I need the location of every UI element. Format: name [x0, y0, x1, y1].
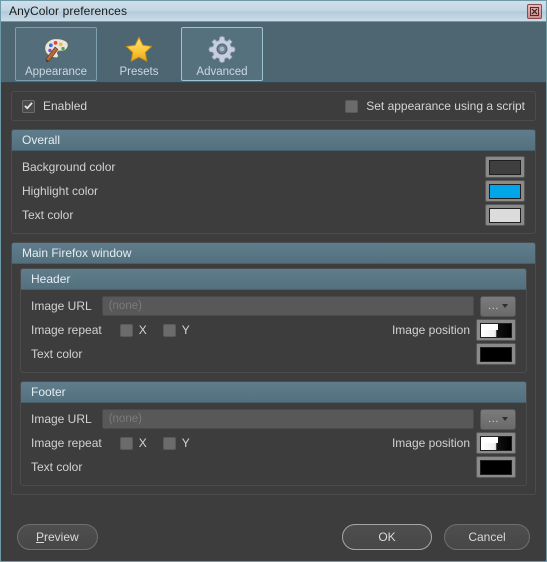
highlight-color-fill: [489, 183, 521, 199]
tab-advanced-label: Advanced: [196, 66, 248, 78]
header-repeat-y-checkbox[interactable]: [162, 323, 176, 337]
header-image-repeat-row: Image repeat X Y Image position: [29, 318, 518, 342]
header-text-color-swatch[interactable]: [476, 343, 516, 365]
chevron-down-icon: [501, 417, 508, 421]
close-icon[interactable]: [527, 3, 542, 19]
footer-image-url-row: Image URL (none) ...: [29, 407, 518, 431]
preview-rest: review: [44, 529, 79, 544]
row-text-color: Text color: [20, 203, 527, 227]
footer-text-color-fill: [480, 459, 512, 475]
header-text-color-row: Text color: [29, 342, 518, 366]
row-highlight-color: Highlight color: [20, 179, 527, 203]
overall-group-title: Overall: [12, 130, 535, 151]
footer-repeat-y-checkbox[interactable]: [162, 436, 176, 450]
footer-subgroup: Footer Image URL (none) ... Image repeat: [20, 381, 527, 486]
script-checkbox[interactable]: [345, 99, 359, 113]
header-image-url-row: Image URL (none) ...: [29, 294, 518, 318]
dialog-button-bar: Preview OK Cancel: [1, 511, 546, 561]
highlight-color-label: Highlight color: [22, 184, 99, 198]
header-text-color-label: Text color: [31, 347, 83, 361]
gear-icon: [206, 33, 238, 65]
footer-image-position-label: Image position: [391, 436, 470, 450]
header-text-color-fill: [480, 346, 512, 362]
footer-text-color-swatch[interactable]: [476, 456, 516, 478]
footer-image-repeat-label: Image repeat: [31, 436, 102, 450]
enabled-checkbox[interactable]: [22, 99, 35, 113]
overall-group-body: Background color Highlight color Text co…: [12, 151, 535, 233]
header-image-url-label: Image URL: [31, 299, 92, 313]
content-area: Enabled Set appearance using a script Ov…: [1, 83, 546, 511]
preferences-window: AnyColor preferences Appearance Presets …: [0, 0, 547, 562]
preview-accel: P: [36, 529, 45, 544]
palette-icon: [40, 33, 72, 65]
header-image-url-input[interactable]: (none): [101, 296, 474, 316]
text-color-swatch[interactable]: [485, 204, 525, 226]
main-firefox-window-group: Main Firefox window Header Image URL (no…: [11, 242, 536, 495]
tab-presets[interactable]: Presets: [98, 27, 180, 81]
enabled-panel: Enabled Set appearance using a script: [11, 91, 536, 121]
overall-group: Overall Background color Highlight color: [11, 129, 536, 234]
header-browse-label: ...: [488, 300, 499, 312]
footer-image-position-preview: [480, 435, 512, 451]
header-repeat-x-label: X: [138, 323, 147, 337]
footer-repeat-x-label: X: [138, 436, 147, 450]
row-background-color: Background color: [20, 155, 527, 179]
background-color-label: Background color: [22, 160, 116, 174]
footer-repeat-y-label: Y: [181, 436, 190, 450]
footer-text-color-row: Text color: [29, 455, 518, 479]
script-label: Set appearance using a script: [366, 99, 525, 113]
header-image-repeat-label: Image repeat: [31, 323, 102, 337]
footer-subgroup-body: Image URL (none) ... Image repeat X Y Im…: [21, 403, 526, 485]
header-subgroup: Header Image URL (none) ... Image repeat: [20, 268, 527, 373]
window-title: AnyColor preferences: [9, 4, 128, 18]
footer-browse-label: ...: [488, 413, 499, 425]
window-titlebar: AnyColor preferences: [1, 1, 546, 22]
star-icon: [123, 33, 155, 65]
footer-image-url-input[interactable]: (none): [101, 409, 474, 429]
footer-repeat-x-checkbox[interactable]: [119, 436, 133, 450]
text-color-fill: [489, 207, 521, 223]
preview-button[interactable]: Preview: [17, 523, 98, 550]
header-repeat-y-label: Y: [181, 323, 190, 337]
tab-strip: Appearance Presets Advanced: [1, 22, 546, 83]
header-image-position-widget[interactable]: [476, 319, 516, 341]
footer-text-color-label: Text color: [31, 460, 83, 474]
footer-image-position-widget[interactable]: [476, 432, 516, 454]
tab-appearance-label: Appearance: [24, 66, 88, 78]
header-browse-button[interactable]: ...: [480, 295, 516, 317]
footer-image-repeat-row: Image repeat X Y Image position: [29, 431, 518, 455]
checkmark-icon: [24, 102, 33, 110]
tab-presets-label: Presets: [119, 66, 159, 78]
footer-browse-button[interactable]: ...: [480, 408, 516, 430]
close-glyph: [530, 6, 539, 16]
text-color-label: Text color: [22, 208, 74, 222]
footer-image-url-label: Image URL: [31, 412, 92, 426]
main-firefox-window-title: Main Firefox window: [12, 243, 535, 264]
background-color-fill: [489, 159, 521, 175]
ok-button[interactable]: OK: [342, 523, 432, 550]
tab-appearance[interactable]: Appearance: [15, 27, 97, 81]
primary-buttons: OK Cancel: [342, 523, 530, 550]
header-image-position-label: Image position: [391, 323, 470, 337]
header-subgroup-title: Header: [21, 269, 526, 290]
tab-advanced[interactable]: Advanced: [181, 27, 263, 81]
enabled-label: Enabled: [43, 99, 88, 113]
highlight-color-swatch[interactable]: [485, 180, 525, 202]
footer-subgroup-title: Footer: [21, 382, 526, 403]
cancel-button[interactable]: Cancel: [444, 523, 530, 550]
chevron-down-icon: [501, 304, 508, 308]
header-subgroup-body: Image URL (none) ... Image repeat X Y Im…: [21, 290, 526, 372]
background-color-swatch[interactable]: [485, 156, 525, 178]
main-firefox-window-body: Header Image URL (none) ... Image repeat: [12, 264, 535, 494]
header-repeat-x-checkbox[interactable]: [119, 323, 133, 337]
header-image-position-preview: [480, 322, 512, 338]
